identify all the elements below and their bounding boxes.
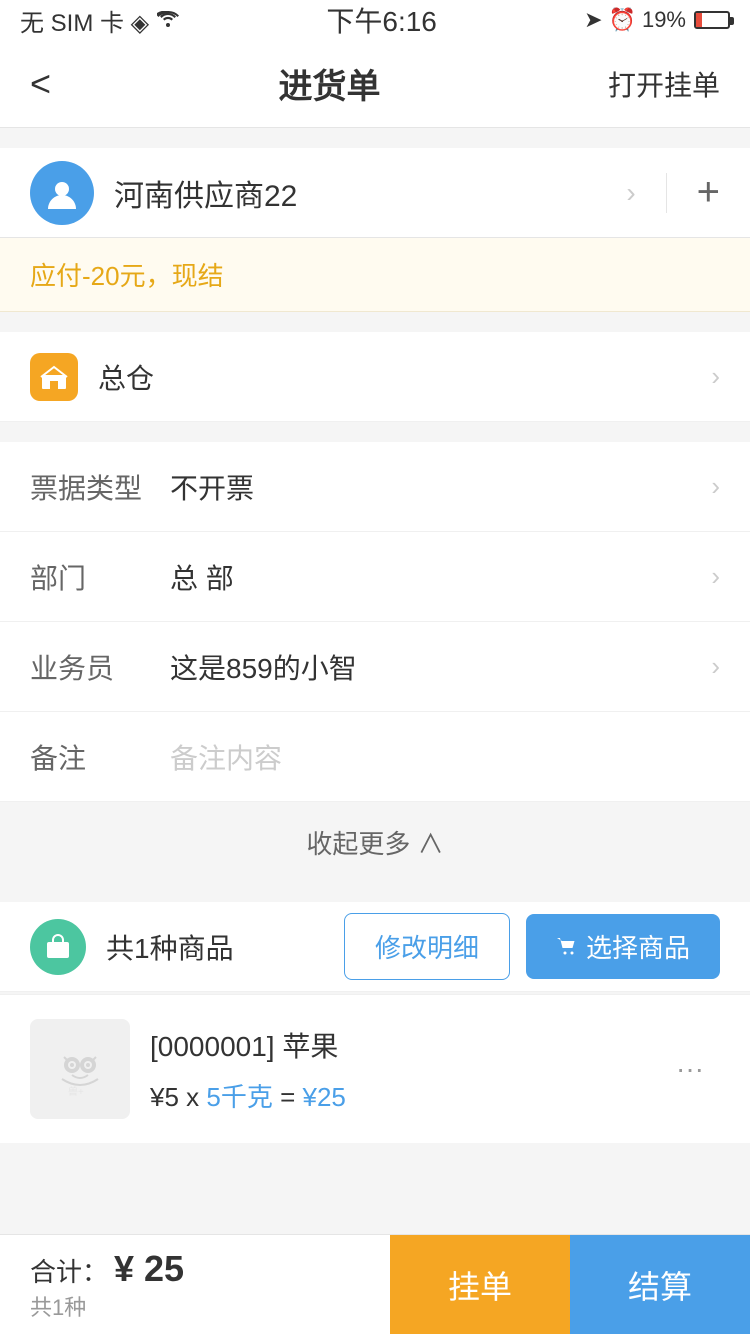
wifi-icon	[157, 6, 179, 34]
open-hang-button[interactable]: 打开挂单	[608, 64, 720, 104]
back-button[interactable]: <	[30, 63, 51, 105]
total-amount: ¥ 25	[114, 1248, 184, 1290]
department-label: 部门	[30, 557, 170, 597]
product-info: [0000001] 苹果 ¥5 x 5千克 = ¥25	[150, 1025, 660, 1114]
department-row[interactable]: 部门 总 部 ›	[0, 532, 750, 622]
salesperson-value: 这是859的小智	[170, 647, 711, 687]
nav-bar: < 进货单 打开挂单	[0, 40, 750, 128]
product-total: ¥25	[303, 1082, 346, 1112]
salesperson-row[interactable]: 业务员 这是859的小智 ›	[0, 622, 750, 712]
section-gap-4	[0, 882, 750, 902]
invoice-type-label: 票据类型	[30, 467, 170, 507]
supplier-name: 河南供应商22	[114, 171, 626, 215]
location-icon: ➤	[584, 7, 602, 33]
product-name: [0000001] 苹果	[150, 1025, 660, 1065]
bottom-bar: 合计： ¥ 25 共1种 挂单 结算	[0, 1234, 750, 1334]
status-left: 无 SIM 卡 ◈	[20, 3, 179, 38]
product-item: 兽+ [0000001] 苹果 ¥5 x 5千克 = ¥25 ···	[0, 994, 750, 1143]
product-fruit-name: 苹果	[282, 1031, 338, 1062]
total-label: 合计：	[30, 1252, 108, 1289]
warehouse-icon	[30, 353, 78, 401]
select-product-button[interactable]: 选择商品	[526, 914, 720, 979]
hang-button[interactable]: 挂单	[390, 1235, 570, 1334]
warehouse-row[interactable]: 总仓 ›	[0, 332, 750, 422]
status-right: ➤ ⏰ 19%	[584, 7, 730, 33]
battery-text: 19%	[642, 7, 686, 33]
section-gap-3	[0, 422, 750, 442]
product-count: 共1种商品	[106, 927, 344, 967]
product-thumbnail: 兽+	[30, 1019, 130, 1119]
product-icon	[30, 919, 86, 975]
unit-price: ¥5	[150, 1082, 179, 1112]
sim-status: 无 SIM 卡 ◈	[20, 3, 149, 38]
remark-input[interactable]: 备注内容	[170, 737, 720, 777]
product-price-row: ¥5 x 5千克 = ¥25	[150, 1077, 660, 1114]
product-more-button[interactable]: ···	[660, 1045, 720, 1093]
department-chevron-icon: ›	[711, 561, 720, 592]
section-gap-2	[0, 312, 750, 332]
invoice-type-row[interactable]: 票据类型 不开票 ›	[0, 442, 750, 532]
invoice-type-chevron-icon: ›	[711, 471, 720, 502]
department-value: 总 部	[170, 557, 711, 597]
battery-icon	[694, 11, 730, 29]
cart-icon	[556, 931, 578, 962]
quantity: 5千克	[206, 1082, 272, 1112]
add-button[interactable]: +	[697, 170, 720, 215]
svg-text:兽+: 兽+	[68, 1085, 84, 1098]
salesperson-label: 业务员	[30, 647, 170, 687]
invoice-type-value: 不开票	[170, 467, 711, 507]
equals-sign: =	[280, 1082, 302, 1112]
multiply-sign: x	[186, 1082, 206, 1112]
alarm-icon: ⏰	[609, 7, 636, 33]
settle-button[interactable]: 结算	[570, 1235, 750, 1334]
remark-label: 备注	[30, 737, 170, 777]
edit-detail-button[interactable]: 修改明细	[344, 913, 510, 980]
page-title: 进货单	[279, 59, 381, 108]
plus-divider	[666, 173, 667, 213]
collapse-button[interactable]: 收起更多 ∧	[0, 802, 750, 882]
status-time: 下午6:16	[326, 0, 437, 40]
supplier-row[interactable]: 河南供应商22 › +	[0, 148, 750, 238]
supplier-chevron-icon: ›	[626, 177, 635, 209]
status-bar: 无 SIM 卡 ◈ 下午6:16 ➤ ⏰ 19%	[0, 0, 750, 40]
select-product-label: 选择商品	[586, 928, 690, 965]
total-section: 合计： ¥ 25 共1种	[0, 1235, 390, 1334]
remark-row[interactable]: 备注 备注内容	[0, 712, 750, 802]
warehouse-name: 总仓	[98, 357, 711, 397]
section-gap-1	[0, 128, 750, 148]
supplier-avatar	[30, 161, 94, 225]
notice-bar: 应付-20元，现结	[0, 238, 750, 312]
warehouse-chevron-icon: ›	[711, 361, 720, 392]
product-code: [0000001]	[150, 1031, 275, 1062]
total-count: 共1种	[30, 1290, 390, 1322]
products-header: 共1种商品 修改明细 选择商品	[0, 902, 750, 992]
salesperson-chevron-icon: ›	[711, 651, 720, 682]
